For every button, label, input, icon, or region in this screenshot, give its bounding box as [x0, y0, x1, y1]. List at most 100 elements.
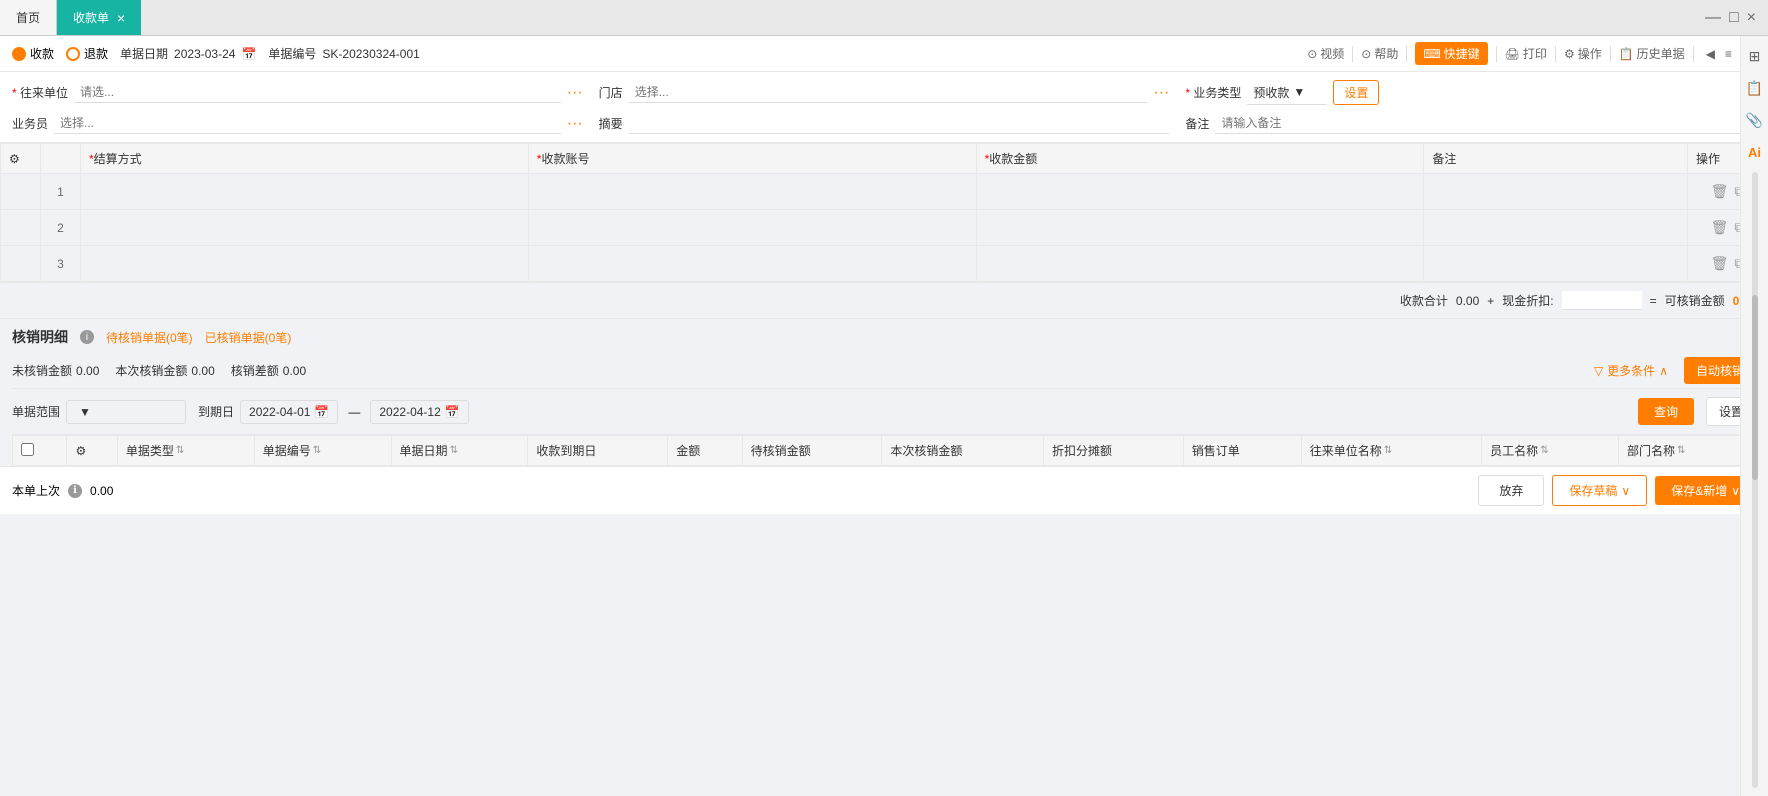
row-remark-2[interactable] [1424, 210, 1688, 246]
maximize-button[interactable]: □ [1729, 9, 1739, 27]
equals-sign: = [1650, 294, 1657, 308]
sidebar-ai-icon[interactable]: Ai [1743, 140, 1767, 164]
row-settlement-1[interactable] [81, 174, 529, 210]
staff-field: 业务员 ··· [12, 113, 583, 134]
sort-partner-icon[interactable]: ⇅ [1384, 445, 1392, 456]
this-order-info-icon[interactable]: ℹ [68, 484, 82, 498]
sort-dept-icon[interactable]: ⇅ [1677, 445, 1685, 456]
bottom-table: ⚙ 单据类型⇅ 单据编号⇅ 单据日期⇅ 收款到期日 [12, 435, 1756, 466]
receipt-table: ⚙ *结算方式 *收款账号 *收款金额 备注 操作 1 [0, 143, 1768, 282]
row-settings-cell [1, 174, 41, 210]
close-button[interactable]: × [1747, 9, 1756, 27]
summary-label: 摘要 [599, 115, 623, 132]
receipt-radio[interactable]: 收款 [12, 45, 54, 62]
form-settings-button[interactable]: 设置 [1333, 80, 1379, 105]
tab-receipt[interactable]: 收款单 × [57, 0, 141, 35]
date-value: 2023-03-24 [174, 47, 235, 61]
discount-input[interactable] [1562, 291, 1642, 310]
row-account-3[interactable] [528, 246, 976, 282]
staff-input[interactable] [54, 113, 561, 134]
partner-input[interactable] [74, 82, 561, 103]
row-delete-2-icon[interactable]: 🗑 [1711, 219, 1729, 236]
writeoff-stats: 未核销金额 0.00 本次核销金额 0.00 核销差额 0.00 ▽ 更多条件 … [12, 353, 1756, 388]
sidebar-clipboard-icon[interactable]: 📋 [1743, 76, 1767, 100]
bottom-col-duedate: 收款到期日 [528, 436, 668, 466]
staff-more-icon[interactable]: ··· [567, 115, 583, 133]
range-select[interactable]: ▼ [66, 400, 186, 424]
sort-type-icon[interactable]: ⇅ [176, 445, 184, 456]
writeoff-section: 核销明细 i 待核销单据(0笔) 已核销单据(0笔) 未核销金额 0.00 本次… [0, 319, 1768, 466]
minimize-button[interactable]: — [1705, 9, 1721, 27]
query-button[interactable]: 查询 [1638, 398, 1694, 425]
bottom-col-settings[interactable]: ⚙ [67, 436, 117, 466]
refund-radio[interactable]: 退款 [66, 45, 108, 62]
video-button[interactable]: ⊙ 视频 [1307, 45, 1344, 62]
scrollbar[interactable] [1752, 172, 1758, 514]
sort-date-icon[interactable]: ⇅ [450, 445, 458, 456]
tab-home[interactable]: 首页 [0, 0, 57, 35]
row-remark-3[interactable] [1424, 246, 1688, 282]
writeoff-title: 核销明细 [12, 327, 68, 347]
abandon-button[interactable]: 放弃 [1478, 475, 1544, 506]
done-tab-link[interactable]: 已核销单据(0笔) [205, 329, 292, 346]
list-view-icon[interactable]: ≡ [1721, 45, 1736, 63]
history-button[interactable]: 📋 历史单据 [1619, 45, 1685, 62]
number-label: 单据编号 [268, 45, 316, 62]
shortcut-button[interactable]: ⌨ 快捷键 [1415, 42, 1487, 65]
tab-home-label: 首页 [16, 9, 40, 26]
partner-field: * 往来单位 ··· [12, 82, 583, 103]
row-delete-3-icon[interactable]: 🗑 [1711, 255, 1729, 272]
receipt-table-container: ⚙ *结算方式 *收款账号 *收款金额 备注 操作 1 [0, 143, 1768, 283]
row-delete-1-icon[interactable]: 🗑 [1711, 183, 1729, 200]
row-account-1[interactable] [528, 174, 976, 210]
window-controls: — □ × [1705, 9, 1768, 27]
store-more-icon[interactable]: ··· [1153, 84, 1169, 102]
row-settlement-3[interactable] [81, 246, 529, 282]
footer-left: 本单上次 ℹ 0.00 [12, 482, 113, 499]
biz-type-label: * 业务类型 [1185, 84, 1241, 101]
writeoff-header: 核销明细 i 待核销单据(0笔) 已核销单据(0笔) [12, 319, 1756, 353]
pending-tab-link[interactable]: 待核销单据(0笔) [106, 329, 193, 346]
writeoff-info-icon[interactable]: i [80, 330, 94, 344]
date-calendar-icon[interactable]: 📅 [241, 47, 256, 61]
table-settings-header[interactable]: ⚙ [1, 144, 41, 174]
operation-label: 操作 [1578, 45, 1602, 62]
sort-staff-icon[interactable]: ⇅ [1540, 445, 1548, 456]
bottom-col-sales-order: 销售订单 [1183, 436, 1301, 466]
range-label: 单据范围 [12, 403, 60, 420]
row-amount-1[interactable] [976, 174, 1424, 210]
partner-more-icon[interactable]: ··· [567, 84, 583, 102]
row-settings-cell-3 [1, 246, 41, 282]
total-value: 0.00 [1456, 294, 1479, 308]
sort-number-icon[interactable]: ⇅ [313, 445, 321, 456]
bottom-col-date: 单据日期⇅ [391, 436, 528, 466]
biz-type-select[interactable]: 预收款 ▼ [1247, 81, 1327, 105]
select-all-checkbox[interactable] [21, 443, 34, 456]
operation-button[interactable]: ⚙ 操作 [1564, 45, 1602, 62]
more-conditions-btn[interactable]: ▽ 更多条件 ∧ [1594, 362, 1668, 379]
row-remark-1[interactable] [1424, 174, 1688, 210]
row-settlement-2[interactable] [81, 210, 529, 246]
sidebar-attach-icon[interactable]: 📎 [1743, 108, 1767, 132]
store-input[interactable] [629, 82, 1148, 103]
help-button[interactable]: ⊙ 帮助 [1361, 45, 1398, 62]
sidebar-table-icon[interactable]: ⊞ [1743, 44, 1767, 68]
bottom-col-pending: 待核销金额 [742, 436, 882, 466]
divider2 [1406, 46, 1407, 62]
plus-sign: + [1487, 294, 1494, 308]
save-draft-button[interactable]: 保存草稿 ∨ [1552, 475, 1647, 506]
save-new-label: 保存&新增 [1671, 482, 1727, 499]
date-from-field[interactable]: 2022-04-01 📅 [240, 400, 338, 424]
row-amount-3[interactable] [976, 246, 1424, 282]
bottom-col-discount: 折扣分摊额 [1043, 436, 1183, 466]
summary-input[interactable] [629, 113, 1170, 134]
prev-view-icon[interactable]: ◀ [1702, 45, 1719, 63]
date-to-field[interactable]: 2022-04-12 📅 [370, 400, 468, 424]
tab-close-icon[interactable]: × [117, 10, 125, 26]
biz-type-value: 预收款 [1253, 84, 1289, 101]
remark-input[interactable] [1215, 113, 1756, 134]
print-button[interactable]: 🖨 打印 [1505, 45, 1547, 62]
row-amount-2[interactable] [976, 210, 1424, 246]
tab-bar: 首页 收款单 × — □ × [0, 0, 1768, 36]
row-account-2[interactable] [528, 210, 976, 246]
